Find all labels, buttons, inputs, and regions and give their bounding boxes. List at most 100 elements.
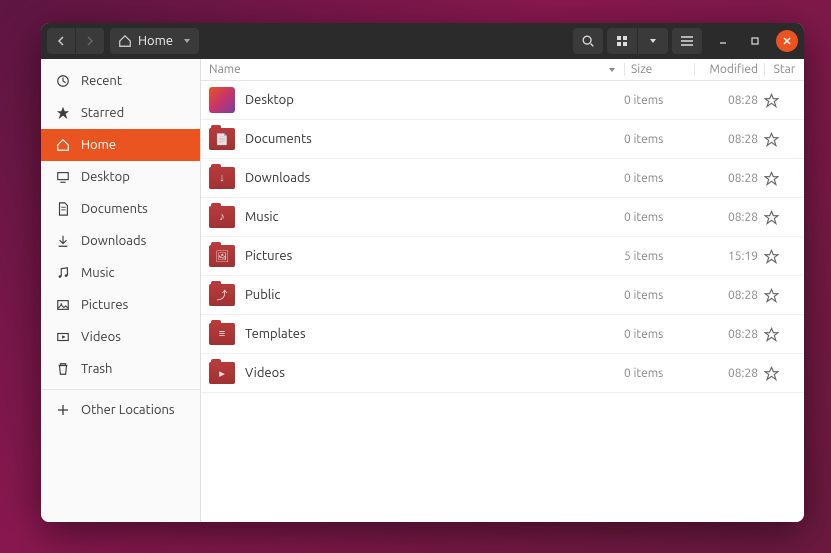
file-size: 5 items <box>624 250 694 263</box>
file-name: Downloads <box>235 171 624 185</box>
file-row[interactable]: ≡Templates0 items08:28 <box>201 315 804 354</box>
sidebar-item-label: Music <box>81 266 115 280</box>
file-size: 0 items <box>624 328 694 341</box>
file-modified: 08:28 <box>694 289 764 302</box>
column-headers: Name Size Modified Star <box>201 59 804 81</box>
file-name: Pictures <box>235 249 624 263</box>
hamburger-menu-button[interactable] <box>672 28 702 54</box>
file-row[interactable]: ▸Videos0 items08:28 <box>201 354 804 393</box>
sidebar-item-starred[interactable]: Starred <box>41 97 200 129</box>
sidebar-item-label: Pictures <box>81 298 128 312</box>
titlebar: Home <box>41 23 804 59</box>
minimize-button[interactable] <box>712 30 734 52</box>
view-grid-button[interactable] <box>607 28 637 54</box>
desktop-folder-icon <box>209 87 235 113</box>
folder-icon: ⤴ <box>209 282 235 308</box>
sidebar-item-label: Documents <box>81 202 148 216</box>
folder-icon: ▸ <box>209 360 235 386</box>
file-size: 0 items <box>624 172 694 185</box>
path-bar[interactable]: Home <box>110 28 199 54</box>
star-toggle[interactable] <box>764 288 804 303</box>
sidebar-item-label: Other Locations <box>81 403 175 417</box>
column-star[interactable]: Star <box>764 63 804 76</box>
file-size: 0 items <box>624 133 694 146</box>
sidebar-item-videos[interactable]: Videos <box>41 321 200 353</box>
file-modified: 08:28 <box>694 211 764 224</box>
maximize-button[interactable] <box>744 30 766 52</box>
folder-icon: 📄 <box>209 126 235 152</box>
trash-icon <box>55 362 71 376</box>
column-size[interactable]: Size <box>624 63 694 76</box>
file-name: Music <box>235 210 624 224</box>
main-panel: Name Size Modified Star Desktop0 items08… <box>201 59 804 522</box>
sidebar-other-locations[interactable]: Other Locations <box>41 394 200 426</box>
file-modified: 08:28 <box>694 367 764 380</box>
file-modified: 08:28 <box>694 172 764 185</box>
sidebar-item-trash[interactable]: Trash <box>41 353 200 385</box>
folder-icon: ↓ <box>209 165 235 191</box>
star-filled-icon <box>55 106 71 120</box>
file-modified: 15:19 <box>694 250 764 263</box>
close-button[interactable] <box>776 30 798 52</box>
sidebar-item-desktop[interactable]: Desktop <box>41 161 200 193</box>
file-name: Public <box>235 288 624 302</box>
star-toggle[interactable] <box>764 210 804 225</box>
plus-icon <box>55 404 71 416</box>
sidebar-item-home[interactable]: Home <box>41 129 200 161</box>
path-dropdown-icon[interactable] <box>183 37 191 45</box>
file-size: 0 items <box>624 94 694 107</box>
sidebar-item-label: Videos <box>81 330 121 344</box>
file-list: Desktop0 items08:28📄Documents0 items08:2… <box>201 81 804 522</box>
file-size: 0 items <box>624 211 694 224</box>
file-row[interactable]: ⤴Public0 items08:28 <box>201 276 804 315</box>
column-modified[interactable]: Modified <box>694 63 764 76</box>
sidebar-item-label: Desktop <box>81 170 130 184</box>
document-icon <box>55 202 71 216</box>
path-label: Home <box>138 34 173 48</box>
file-name: Documents <box>235 132 624 146</box>
file-manager-window: Home Recent Star <box>41 23 804 522</box>
sidebar-item-downloads[interactable]: Downloads <box>41 225 200 257</box>
sidebar-item-label: Recent <box>81 74 122 88</box>
sidebar-item-recent[interactable]: Recent <box>41 65 200 97</box>
star-toggle[interactable] <box>764 171 804 186</box>
sidebar-item-label: Starred <box>81 106 124 120</box>
sidebar-item-pictures[interactable]: Pictures <box>41 289 200 321</box>
search-button[interactable] <box>573 28 603 54</box>
file-name: Videos <box>235 366 624 380</box>
star-toggle[interactable] <box>764 366 804 381</box>
column-name[interactable]: Name <box>201 63 624 76</box>
file-row[interactable]: ♪Music0 items08:28 <box>201 198 804 237</box>
file-row[interactable]: Desktop0 items08:28 <box>201 81 804 120</box>
sidebar-item-music[interactable]: Music <box>41 257 200 289</box>
file-modified: 08:28 <box>694 94 764 107</box>
star-toggle[interactable] <box>764 93 804 108</box>
download-icon <box>55 234 71 248</box>
file-row[interactable]: 📄Documents0 items08:28 <box>201 120 804 159</box>
file-size: 0 items <box>624 289 694 302</box>
folder-icon: 🖼 <box>209 243 235 269</box>
file-name: Templates <box>235 327 624 341</box>
back-button[interactable] <box>47 28 75 54</box>
home-icon <box>55 138 71 152</box>
picture-icon <box>55 298 71 312</box>
home-icon <box>118 34 132 48</box>
sidebar-item-label: Trash <box>81 362 112 376</box>
file-modified: 08:28 <box>694 133 764 146</box>
file-row[interactable]: 🖼Pictures5 items15:19 <box>201 237 804 276</box>
file-size: 0 items <box>624 367 694 380</box>
folder-icon: ♪ <box>209 204 235 230</box>
sidebar-item-label: Home <box>81 138 116 152</box>
star-toggle[interactable] <box>764 132 804 147</box>
view-dropdown-button[interactable] <box>638 28 668 54</box>
star-toggle[interactable] <box>764 249 804 264</box>
file-name: Desktop <box>235 93 624 107</box>
music-icon <box>55 266 71 280</box>
forward-button[interactable] <box>76 28 104 54</box>
sidebar-item-documents[interactable]: Documents <box>41 193 200 225</box>
file-row[interactable]: ↓Downloads0 items08:28 <box>201 159 804 198</box>
video-icon <box>55 330 71 344</box>
clock-icon <box>55 74 71 88</box>
desktop-icon <box>55 170 71 184</box>
star-toggle[interactable] <box>764 327 804 342</box>
